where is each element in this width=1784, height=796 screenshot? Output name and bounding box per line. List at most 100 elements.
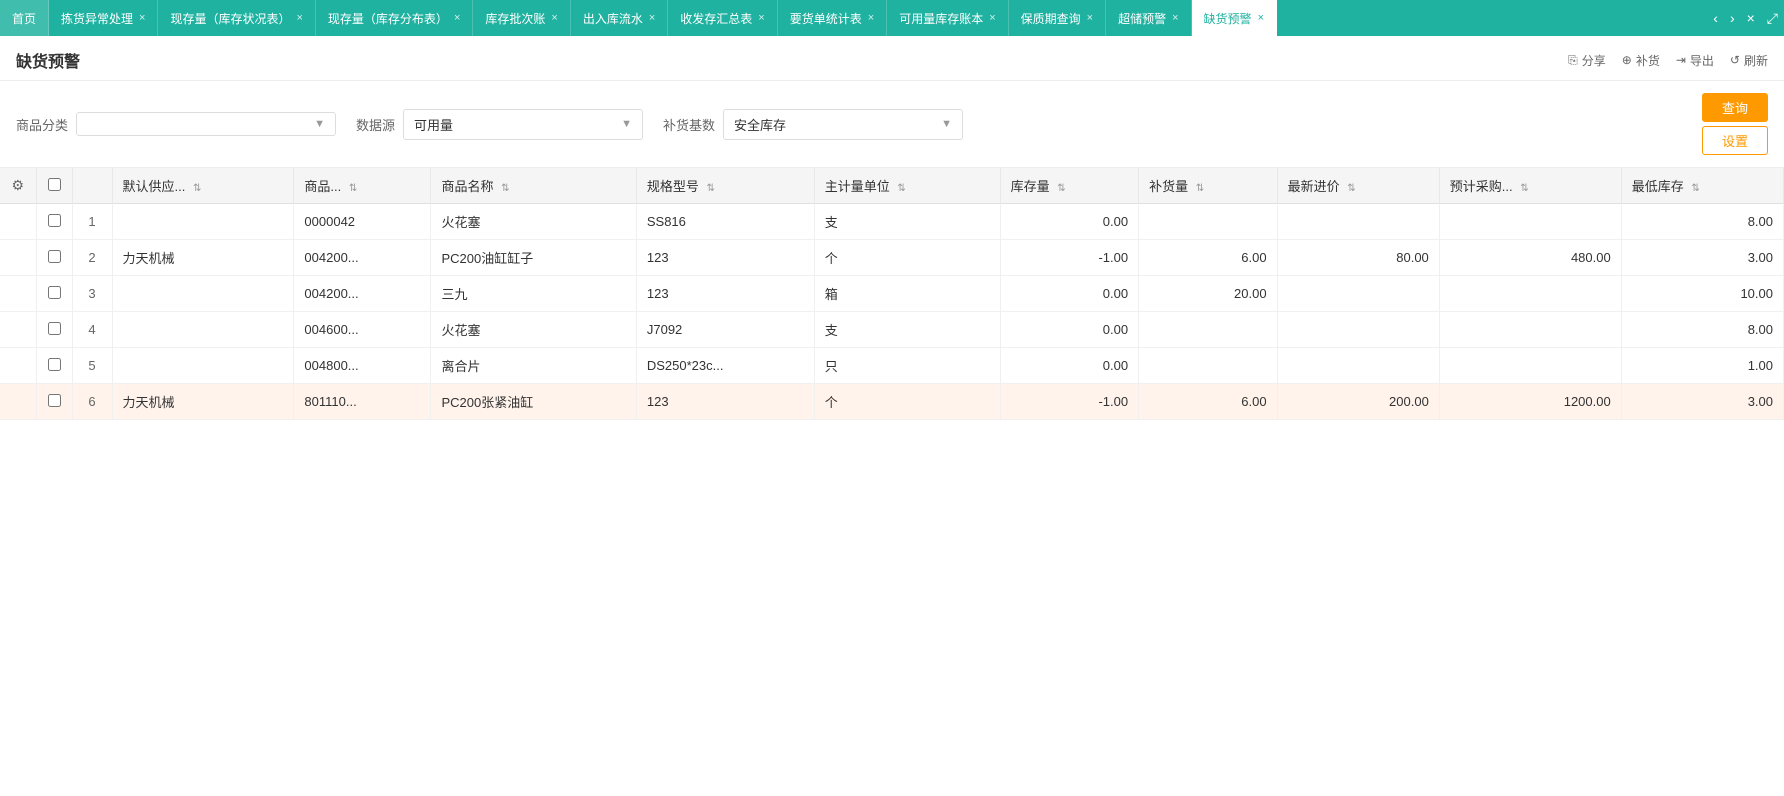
row-checkbox-1[interactable]	[36, 240, 72, 276]
select-all-checkbox[interactable]	[48, 178, 61, 191]
table-row[interactable]: 3004200...三九123箱0.0020.0010.00	[0, 276, 1784, 312]
datasource-select-arrow: ▼	[621, 118, 632, 130]
tab-close-stockout[interactable]: ×	[1258, 12, 1264, 24]
col-header-est-purchase[interactable]: 预计采购... ⇅	[1439, 168, 1621, 204]
table-row[interactable]: 2力天机械004200...PC200油缸缸子123个-1.006.0080.0…	[0, 240, 1784, 276]
tab-nav-prev[interactable]: ‹	[1707, 10, 1724, 26]
tab-expiry-query[interactable]: 保质期查询 ×	[1009, 0, 1106, 36]
row-index-5: 6	[72, 384, 112, 420]
tab-inventory-dist[interactable]: 现存量（库存分布表） ×	[316, 0, 473, 36]
row-gear-5[interactable]	[0, 384, 36, 420]
row-est-purchase-2	[1439, 276, 1621, 312]
row-restock-qty-1: 6.00	[1139, 240, 1278, 276]
tab-close-overstock[interactable]: ×	[1172, 12, 1178, 24]
col-header-product-name[interactable]: 商品名称 ⇅	[431, 168, 636, 204]
row-product-name-5: PC200张紧油缸	[431, 384, 636, 420]
col-header-unit[interactable]: 主计量单位 ⇅	[814, 168, 1000, 204]
row-unit-3: 支	[814, 312, 1000, 348]
settings-button[interactable]: 设置	[1702, 126, 1768, 155]
row-stock-5: -1.00	[1000, 384, 1139, 420]
row-latest-price-5: 200.00	[1277, 384, 1439, 420]
table-row[interactable]: 5004800...离合片DS250*23c...只0.001.00	[0, 348, 1784, 384]
column-settings-icon[interactable]: ⚙	[11, 177, 24, 193]
tab-close-inventory-status[interactable]: ×	[296, 12, 302, 24]
row-checkbox-2[interactable]	[48, 286, 61, 299]
row-checkbox-0[interactable]	[36, 204, 72, 240]
col-header-checkbox[interactable]	[36, 168, 72, 204]
row-gear-3[interactable]	[0, 312, 36, 348]
tab-close-inout-flow[interactable]: ×	[649, 12, 655, 24]
tab-close-expiry-query[interactable]: ×	[1087, 12, 1093, 24]
table-row[interactable]: 4004600...火花塞J7092支0.008.00	[0, 312, 1784, 348]
tab-close-exception[interactable]: ×	[139, 12, 145, 24]
row-checkbox-3[interactable]	[36, 312, 72, 348]
restock-base-select[interactable]: 安全库存 ▼	[723, 109, 963, 140]
tab-stockout[interactable]: 缺货预警 ×	[1192, 0, 1277, 36]
datasource-select[interactable]: 可用量 ▼	[403, 109, 643, 140]
tab-close-available-ledger[interactable]: ×	[989, 12, 995, 24]
row-gear-2[interactable]	[0, 276, 36, 312]
row-checkbox-5[interactable]	[36, 384, 72, 420]
col-header-latest-price[interactable]: 最新进价 ⇅	[1277, 168, 1439, 204]
row-spec-2: 123	[636, 276, 814, 312]
restock-base-select-value: 安全库存	[734, 115, 933, 134]
row-gear-0[interactable]	[0, 204, 36, 240]
tab-inventory-status[interactable]: 现存量（库存状况表） ×	[158, 0, 315, 36]
tab-home[interactable]: 首页	[0, 0, 49, 36]
share-button[interactable]: ⎘ 分享	[1568, 52, 1606, 69]
row-min-stock-2: 10.00	[1621, 276, 1783, 312]
tab-nav-next[interactable]: ›	[1724, 10, 1741, 26]
table-row[interactable]: 6力天机械801110...PC200张紧油缸123个-1.006.00200.…	[0, 384, 1784, 420]
row-unit-5: 个	[814, 384, 1000, 420]
row-gear-4[interactable]	[0, 348, 36, 384]
sort-icon-product-name: ⇅	[501, 183, 509, 194]
row-checkbox-1[interactable]	[48, 250, 61, 263]
category-select[interactable]: ▼	[76, 112, 336, 136]
tab-recv-summary[interactable]: 收发存汇总表 ×	[668, 0, 777, 36]
row-product-name-1: PC200油缸缸子	[431, 240, 636, 276]
tab-overstock[interactable]: 超储预警 ×	[1106, 0, 1191, 36]
tab-close-batch[interactable]: ×	[551, 12, 557, 24]
col-header-gear[interactable]: ⚙	[0, 168, 36, 204]
row-stock-4: 0.00	[1000, 348, 1139, 384]
row-latest-price-4	[1277, 348, 1439, 384]
row-checkbox-3[interactable]	[48, 322, 61, 335]
refresh-button[interactable]: ↺ 刷新	[1730, 52, 1768, 69]
tab-nav-close[interactable]: ×	[1741, 10, 1761, 26]
col-header-min-stock[interactable]: 最低库存 ⇅	[1621, 168, 1783, 204]
sort-icon-min-stock: ⇅	[1691, 183, 1699, 194]
col-header-stock[interactable]: 库存量 ⇅	[1000, 168, 1139, 204]
datasource-select-value: 可用量	[414, 115, 613, 134]
tab-inout-flow[interactable]: 出入库流水 ×	[571, 0, 668, 36]
tab-order-stats[interactable]: 要货单统计表 ×	[778, 0, 887, 36]
row-checkbox-4[interactable]	[36, 348, 72, 384]
row-stock-3: 0.00	[1000, 312, 1139, 348]
col-header-spec[interactable]: 规格型号 ⇅	[636, 168, 814, 204]
tab-close-inventory-dist[interactable]: ×	[454, 12, 460, 24]
row-gear-1[interactable]	[0, 240, 36, 276]
export-button[interactable]: ⇥ 导出	[1676, 52, 1714, 69]
col-header-product-code[interactable]: 商品... ⇅	[294, 168, 431, 204]
tab-close-order-stats[interactable]: ×	[868, 12, 874, 24]
row-unit-2: 箱	[814, 276, 1000, 312]
row-checkbox-4[interactable]	[48, 358, 61, 371]
row-checkbox-0[interactable]	[48, 214, 61, 227]
tab-batch[interactable]: 库存批次账 ×	[473, 0, 570, 36]
restock-button[interactable]: ⊕ 补货	[1622, 52, 1660, 69]
sort-icon-supplier: ⇅	[193, 183, 201, 194]
col-header-restock-qty[interactable]: 补货量 ⇅	[1139, 168, 1278, 204]
tab-exception[interactable]: 拣货异常处理 ×	[49, 0, 158, 36]
table-row[interactable]: 10000042火花塞SS816支0.008.00	[0, 204, 1784, 240]
row-checkbox-2[interactable]	[36, 276, 72, 312]
query-button[interactable]: 查询	[1702, 93, 1768, 122]
tab-nav-fullscreen[interactable]: ⤢	[1761, 10, 1784, 27]
sort-icon-product-code: ⇅	[349, 183, 357, 194]
tab-close-recv-summary[interactable]: ×	[758, 12, 764, 24]
row-restock-qty-4	[1139, 348, 1278, 384]
restock-base-label: 补货基数	[663, 115, 715, 134]
tab-nav-buttons: ‹ › × ⤢	[1707, 10, 1784, 27]
row-latest-price-2	[1277, 276, 1439, 312]
col-header-supplier[interactable]: 默认供应... ⇅	[112, 168, 294, 204]
row-checkbox-5[interactable]	[48, 394, 61, 407]
tab-available-ledger[interactable]: 可用量库存账本 ×	[887, 0, 1008, 36]
